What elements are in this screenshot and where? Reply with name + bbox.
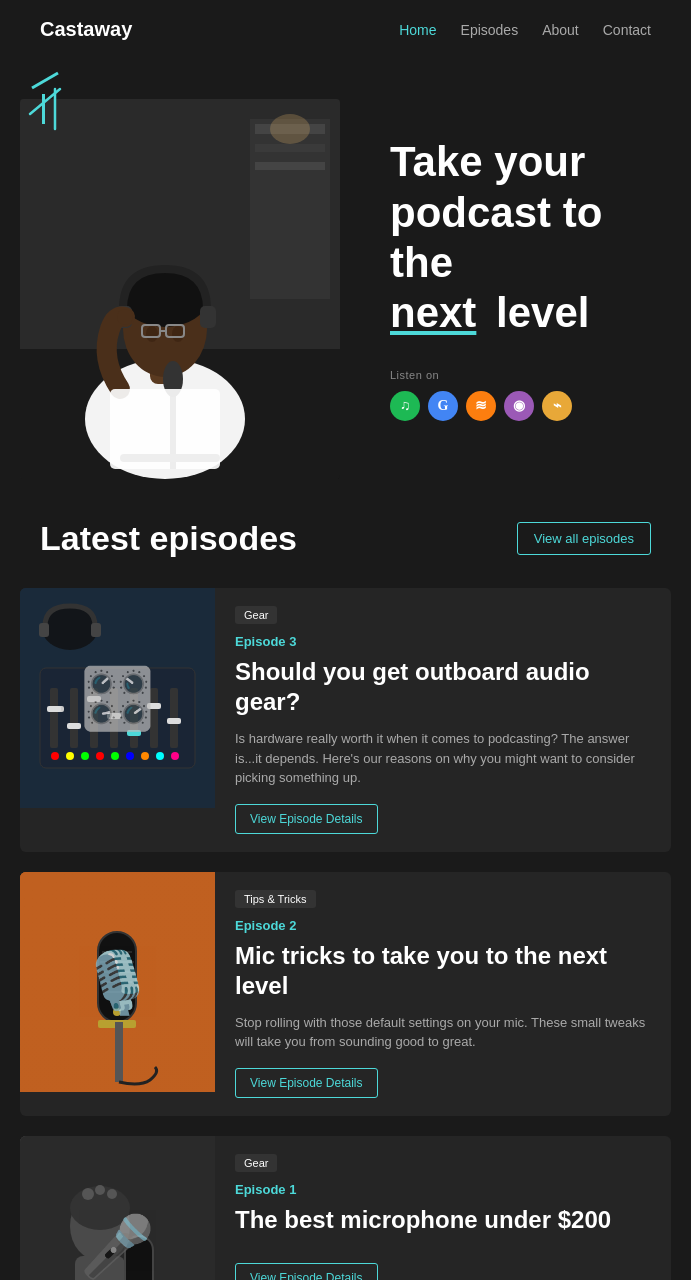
svg-rect-58 [98, 932, 136, 1022]
svg-rect-35 [150, 688, 158, 748]
svg-point-44 [51, 752, 59, 760]
podcast-platform-icons: ♫ G ≋ ◉ ⌁ [390, 391, 651, 421]
section-title: Latest episodes [40, 519, 297, 558]
hero-image [20, 99, 340, 479]
episode-3-image [20, 588, 215, 808]
episodes-list: Gear Episode 3 Should you get outboard a… [0, 588, 691, 1280]
svg-point-52 [171, 752, 179, 760]
episode-card-1: Gear Episode 1 The best microphone under… [20, 1136, 671, 1281]
episode-2-desc: Stop rolling with those default settings… [235, 1013, 651, 1052]
svg-rect-18 [200, 306, 216, 328]
nav-home[interactable]: Home [399, 22, 436, 38]
svg-rect-70 [75, 1256, 125, 1281]
episode-3-thumbnail [20, 588, 215, 808]
svg-rect-23 [110, 389, 220, 469]
svg-rect-33 [110, 688, 118, 748]
svg-point-50 [141, 752, 149, 760]
episode-2-tag: Tips & Tricks [235, 890, 316, 908]
nav-links: Home Episodes About Contact [399, 22, 651, 38]
episode-3-tag: Gear [235, 606, 277, 624]
svg-point-12 [146, 326, 158, 342]
svg-rect-43 [167, 718, 181, 724]
hero-level-word: level [496, 288, 589, 338]
episode-card-3: Gear Episode 3 Should you get outboard a… [20, 588, 671, 852]
nav-episodes[interactable]: Episodes [461, 22, 519, 38]
listen-on-label: Listen on [390, 369, 651, 381]
episode-3-info: Gear Episode 3 Should you get outboard a… [215, 588, 671, 852]
episode-1-image [20, 1136, 215, 1281]
episode-1-thumbnail [20, 1136, 215, 1281]
svg-point-48 [111, 752, 119, 760]
hero-decoration [25, 84, 85, 144]
episode-2-title: Mic tricks to take you to the next level [235, 941, 651, 1001]
hero-next-word: next [390, 288, 476, 338]
svg-rect-32 [90, 688, 98, 748]
episode-1-info: Gear Episode 1 The best microphone under… [215, 1136, 631, 1281]
svg-rect-29 [50, 688, 58, 748]
svg-rect-6 [255, 162, 325, 170]
episode-2-number: Episode 2 [235, 918, 651, 933]
svg-point-45 [66, 752, 74, 760]
section-header: Latest episodes View all episodes [0, 509, 691, 588]
svg-point-73 [95, 1185, 105, 1195]
svg-rect-31 [70, 688, 78, 748]
navbar: Castaway Home Episodes About Contact [0, 0, 691, 59]
svg-rect-5 [255, 144, 325, 152]
svg-rect-34 [130, 688, 138, 748]
svg-point-66 [113, 1008, 121, 1016]
view-all-episodes-button[interactable]: View all episodes [517, 522, 651, 555]
nav-about[interactable]: About [542, 22, 579, 38]
hero-heading: Take your podcast to the next level [390, 137, 651, 339]
episode-2-info: Tips & Tricks Episode 2 Mic tricks to ta… [215, 872, 671, 1116]
svg-rect-38 [67, 723, 81, 729]
site-logo: Castaway [40, 18, 132, 41]
svg-point-72 [82, 1188, 94, 1200]
google-podcasts-icon[interactable]: G [428, 391, 458, 421]
svg-point-49 [126, 752, 134, 760]
svg-point-19 [117, 309, 133, 325]
episode-2-view-button[interactable]: View Episode Details [235, 1068, 378, 1098]
episode-1-title: The best microphone under $200 [235, 1205, 611, 1235]
svg-rect-39 [87, 696, 101, 702]
episode-3-desc: Is hardware really worth it when it come… [235, 729, 651, 788]
rss-icon[interactable]: ⌁ [542, 391, 572, 421]
episode-3-view-button[interactable]: View Episode Details [235, 804, 378, 834]
svg-rect-37 [47, 706, 61, 712]
episode-1-tag: Gear [235, 1154, 277, 1172]
episode-card-2: Tips & Tricks Episode 2 Mic tricks to ta… [20, 872, 671, 1116]
episode-2-thumbnail [20, 872, 215, 1092]
svg-point-51 [156, 752, 164, 760]
hero-image-wrapper [20, 89, 360, 469]
svg-point-47 [96, 752, 104, 760]
svg-rect-42 [147, 703, 161, 709]
svg-point-13 [172, 326, 184, 342]
episode-3-title: Should you get outboard audio gear? [235, 657, 651, 717]
hero-text-block: Take your podcast to the next level List… [360, 137, 651, 421]
svg-rect-55 [91, 623, 101, 637]
apple-podcasts-icon[interactable]: ◉ [504, 391, 534, 421]
svg-rect-65 [115, 1022, 123, 1082]
svg-point-78 [117, 1233, 133, 1245]
svg-rect-75 [125, 1236, 153, 1281]
episode-1-view-button[interactable]: View Episode Details [235, 1263, 378, 1281]
spotify-icon[interactable]: ♫ [390, 391, 420, 421]
overcast-icon[interactable]: ≋ [466, 391, 496, 421]
nav-contact[interactable]: Contact [603, 22, 651, 38]
episode-3-number: Episode 3 [235, 634, 651, 649]
episode-1-number: Episode 1 [235, 1182, 611, 1197]
svg-rect-41 [127, 730, 141, 736]
episode-2-image [20, 872, 215, 1092]
svg-rect-54 [39, 623, 49, 637]
hero-section: Take your podcast to the next level List… [0, 59, 691, 509]
svg-rect-40 [107, 713, 121, 719]
svg-point-46 [81, 752, 89, 760]
hero-illustration [20, 99, 340, 479]
svg-point-7 [270, 114, 310, 144]
svg-point-74 [107, 1189, 117, 1199]
